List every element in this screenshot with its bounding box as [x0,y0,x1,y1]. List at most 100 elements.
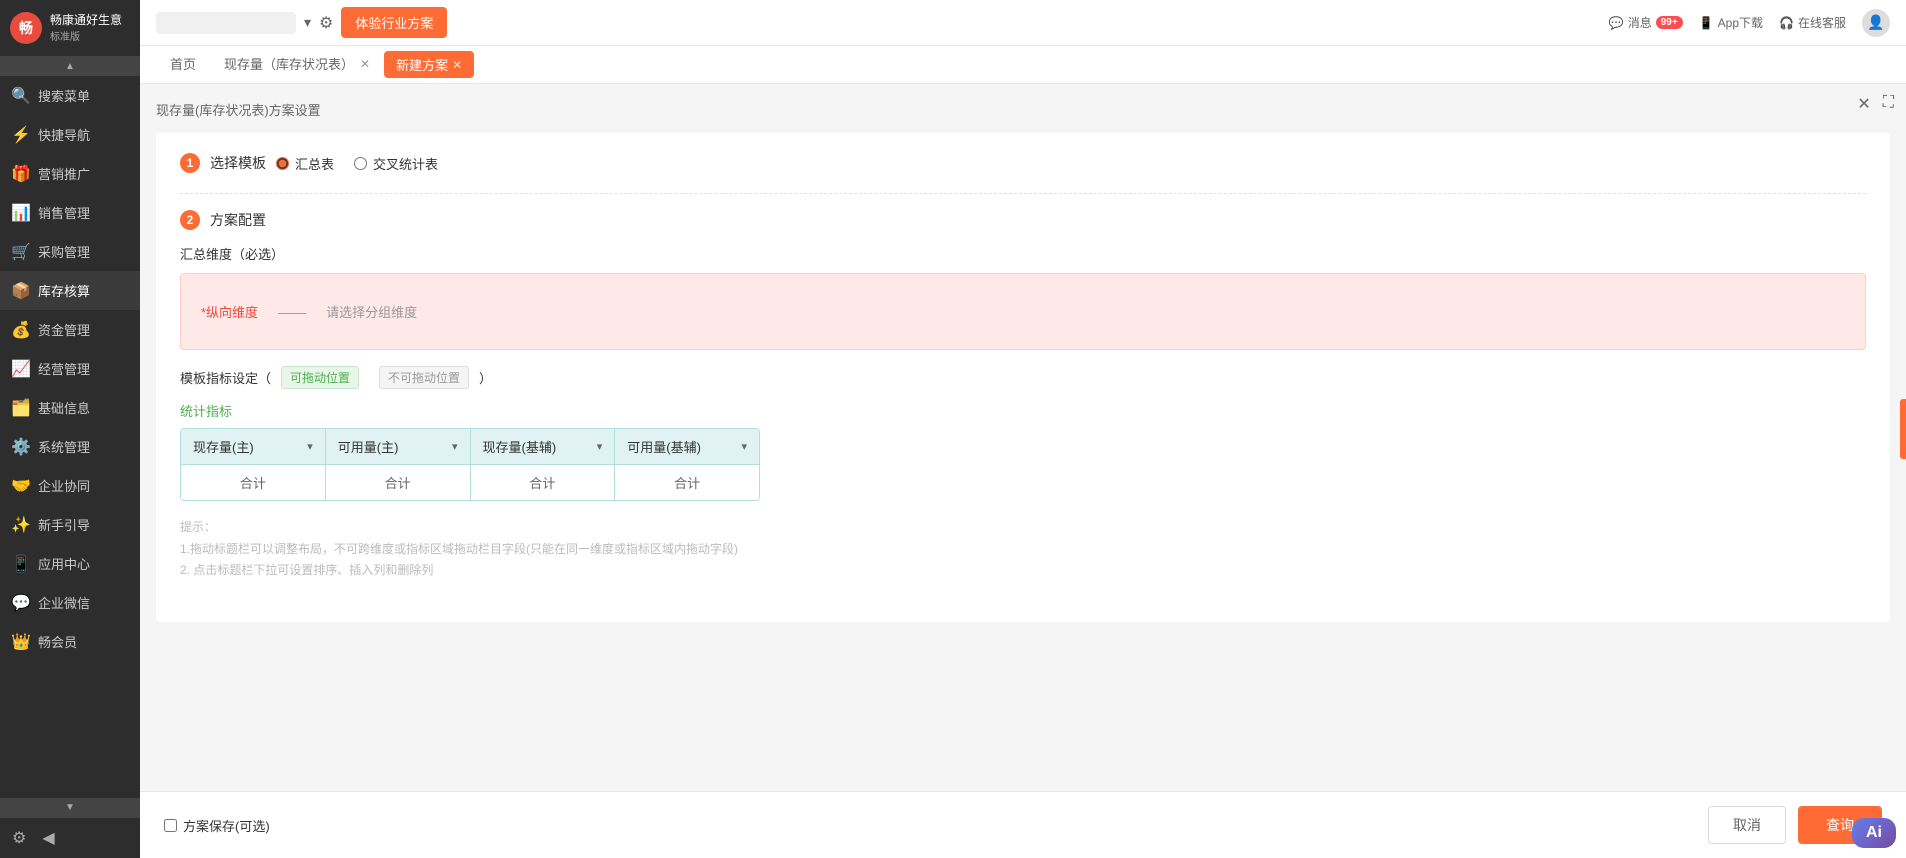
sidebar-item-operations-label: 经营管理 [38,359,90,378]
right-panel-toggle[interactable] [1900,399,1906,459]
app-download-label: App下载 [1718,14,1763,31]
template-radio-group: 汇总表 交叉统计表 [276,154,438,173]
step1-section: 1 选择模板 汇总表 交叉统计表 [180,153,1866,173]
sidebar-item-guide[interactable]: ✨ 新手引导 [0,505,140,544]
topbar-gear-icon[interactable]: ⚙ [319,13,333,33]
sidebar-item-finance[interactable]: 💰 资金管理 [0,310,140,349]
save-option-checkbox[interactable] [164,819,177,832]
ai-badge[interactable]: Ai [1852,818,1896,848]
settings-card: 1 选择模板 汇总表 交叉统计表 [156,133,1890,622]
close-panel-icon[interactable]: ✕ [1853,92,1874,116]
radio-crosstab-input[interactable] [354,157,367,170]
sidebar-item-basic-info-label: 基础信息 [38,398,90,417]
topbar-right: 💬 消息 99+ 📱 App下载 🎧 在线客服 👤 [1609,9,1890,37]
sidebar-item-sales-label: 销售管理 [38,203,90,222]
indicator-settings-label: 模板指标设定（ 可拖动位置 不可拖动位置 ） [180,366,1866,389]
stats-col-2-chevron[interactable]: ▾ [597,440,603,453]
collapse-footer-icon[interactable]: ◀ [42,828,54,848]
sidebar-item-member-label: 畅会员 [38,632,77,651]
dimension-placeholder[interactable]: 请选择分组维度 [326,302,417,321]
sidebar-item-inventory[interactable]: 📦 库存核算 [0,271,140,310]
modal-controls: ✕ ⛶ [1845,84,1906,124]
sidebar-item-purchase-label: 采购管理 [38,242,90,261]
sidebar-item-search-label: 搜索菜单 [38,86,90,105]
sidebar-scroll-up[interactable]: ▲ [0,57,140,76]
system-icon: ⚙️ [12,438,30,456]
topbar-left: ▾ ⚙ 体验行业方案 [156,7,1597,38]
expand-panel-icon[interactable]: ⛶ [1879,92,1898,116]
message-action[interactable]: 💬 消息 99+ [1609,14,1683,31]
indicator-settings-suffix: ） [479,368,492,387]
stats-col-3-header[interactable]: 可用量(基辅) ▾ [615,429,759,465]
tab-inventory-label: 现存量（库存状况表） [224,54,354,73]
stats-col-1-cell: 合计 [326,465,470,500]
stats-col-3-header-label: 可用量(基辅) [627,437,701,456]
cancel-button[interactable]: 取消 [1708,806,1786,844]
sidebar-item-operations[interactable]: 📈 经营管理 [0,349,140,388]
non-draggable-tag: 不可拖动位置 [379,366,469,389]
save-option[interactable]: 方案保存(可选) [164,816,270,835]
settings-footer-icon[interactable]: ⚙ [12,828,26,848]
sidebar-item-enterprise[interactable]: 🤝 企业协同 [0,466,140,505]
app-edition: 标准版 [50,28,122,43]
sidebar-item-wechat[interactable]: 💬 企业微信 [0,583,140,622]
sidebar-item-basic-info[interactable]: 🗂️ 基础信息 [0,388,140,427]
topbar-dropdown-icon[interactable]: ▾ [304,14,311,31]
stats-col-0-header-label: 现存量(主) [193,437,254,456]
stats-col-2-cell: 合计 [471,465,615,500]
sidebar-item-system[interactable]: ⚙️ 系统管理 [0,427,140,466]
sidebar-item-purchase[interactable]: 🛒 采购管理 [0,232,140,271]
user-avatar[interactable]: 👤 [1862,9,1890,37]
stats-col-0-chevron[interactable]: ▾ [307,440,313,453]
inventory-icon: 📦 [12,282,30,300]
tab-new-plan[interactable]: 新建方案 ✕ [384,51,474,78]
stats-col-2: 现存量(基辅) ▾ 合计 [471,429,616,500]
step2-label: 方案配置 [210,210,266,230]
step2-header: 2 方案配置 [180,210,1866,230]
stats-col-1-chevron[interactable]: ▾ [452,440,458,453]
bottom-bar: 方案保存(可选) 取消 查询 [140,791,1906,858]
sidebar-logo: 畅 畅康通好生意 标准版 [0,0,140,57]
step2-section: 2 方案配置 汇总维度（必选） *纵向维度 —— 请选择分组维度 模板指标设定（… [180,210,1866,582]
customer-service-action[interactable]: 🎧 在线客服 [1779,14,1846,31]
page-content: ✕ ⛶ 现存量(库存状况表)方案设置 1 选择模板 汇总表 [140,84,1906,791]
sidebar-item-search[interactable]: 🔍 搜索菜单 [0,76,140,115]
stats-col-0-header[interactable]: 现存量(主) ▾ [181,429,325,465]
radio-crosstab[interactable]: 交叉统计表 [354,154,438,173]
tab-inventory-close-icon[interactable]: ✕ [360,57,370,71]
tab-home[interactable]: 首页 [156,46,210,84]
sidebar-item-quicknav-label: 快捷导航 [38,125,90,144]
stats-col-1-header[interactable]: 可用量(主) ▾ [326,429,470,465]
tab-inventory[interactable]: 现存量（库存状况表） ✕ [210,46,384,84]
dimension-arrow: —— [278,304,306,320]
stats-col-2-header[interactable]: 现存量(基辅) ▾ [471,429,615,465]
topbar-search-input[interactable] [156,12,296,34]
trial-button[interactable]: 体验行业方案 [341,7,447,38]
marketing-icon: 🎁 [12,165,30,183]
sidebar-item-quicknav[interactable]: ⚡ 快捷导航 [0,115,140,154]
sidebar-item-sales[interactable]: 📊 销售管理 [0,193,140,232]
tab-home-label: 首页 [170,54,196,73]
app-download-action[interactable]: 📱 App下载 [1699,14,1763,31]
guide-icon: ✨ [12,516,30,534]
stats-col-1: 可用量(主) ▾ 合计 [326,429,471,500]
sidebar-footer: ⚙ ◀ [0,817,140,858]
radio-summary[interactable]: 汇总表 [276,154,334,173]
sidebar-item-wechat-label: 企业微信 [38,593,90,612]
sidebar-item-app-center[interactable]: 📱 应用中心 [0,544,140,583]
tips-title: 提示： [180,517,1866,539]
tips-line-1: 1.拖动标题栏可以调整布局，不可跨维度或指标区域拖动栏目字段(只能在同一维度或指… [180,539,1866,561]
sidebar-item-marketing[interactable]: 🎁 营销推广 [0,154,140,193]
sidebar-scroll-down[interactable]: ▼ [0,798,140,817]
sidebar-item-app-center-label: 应用中心 [38,554,90,573]
stats-table: 现存量(主) ▾ 合计 可用量(主) ▾ [180,428,760,501]
radio-summary-input[interactable] [276,157,289,170]
stats-col-3-chevron[interactable]: ▾ [741,440,747,453]
radio-summary-label: 汇总表 [295,154,334,173]
tab-new-plan-close-icon[interactable]: ✕ [452,58,462,72]
sidebar: 畅 畅康通好生意 标准版 ▲ 🔍 搜索菜单 ⚡ 快捷导航 🎁 营销推广 📊 销售… [0,0,140,858]
sidebar-item-member[interactable]: 👑 畅会员 [0,622,140,661]
sidebar-nav: 🔍 搜索菜单 ⚡ 快捷导航 🎁 营销推广 📊 销售管理 🛒 采购管理 📦 库存核… [0,76,140,798]
tips-line-2: 2. 点击标题栏下拉可设置排序、插入列和删除列 [180,560,1866,582]
stats-section: 统计指标 现存量(主) ▾ 合计 [180,401,1866,501]
